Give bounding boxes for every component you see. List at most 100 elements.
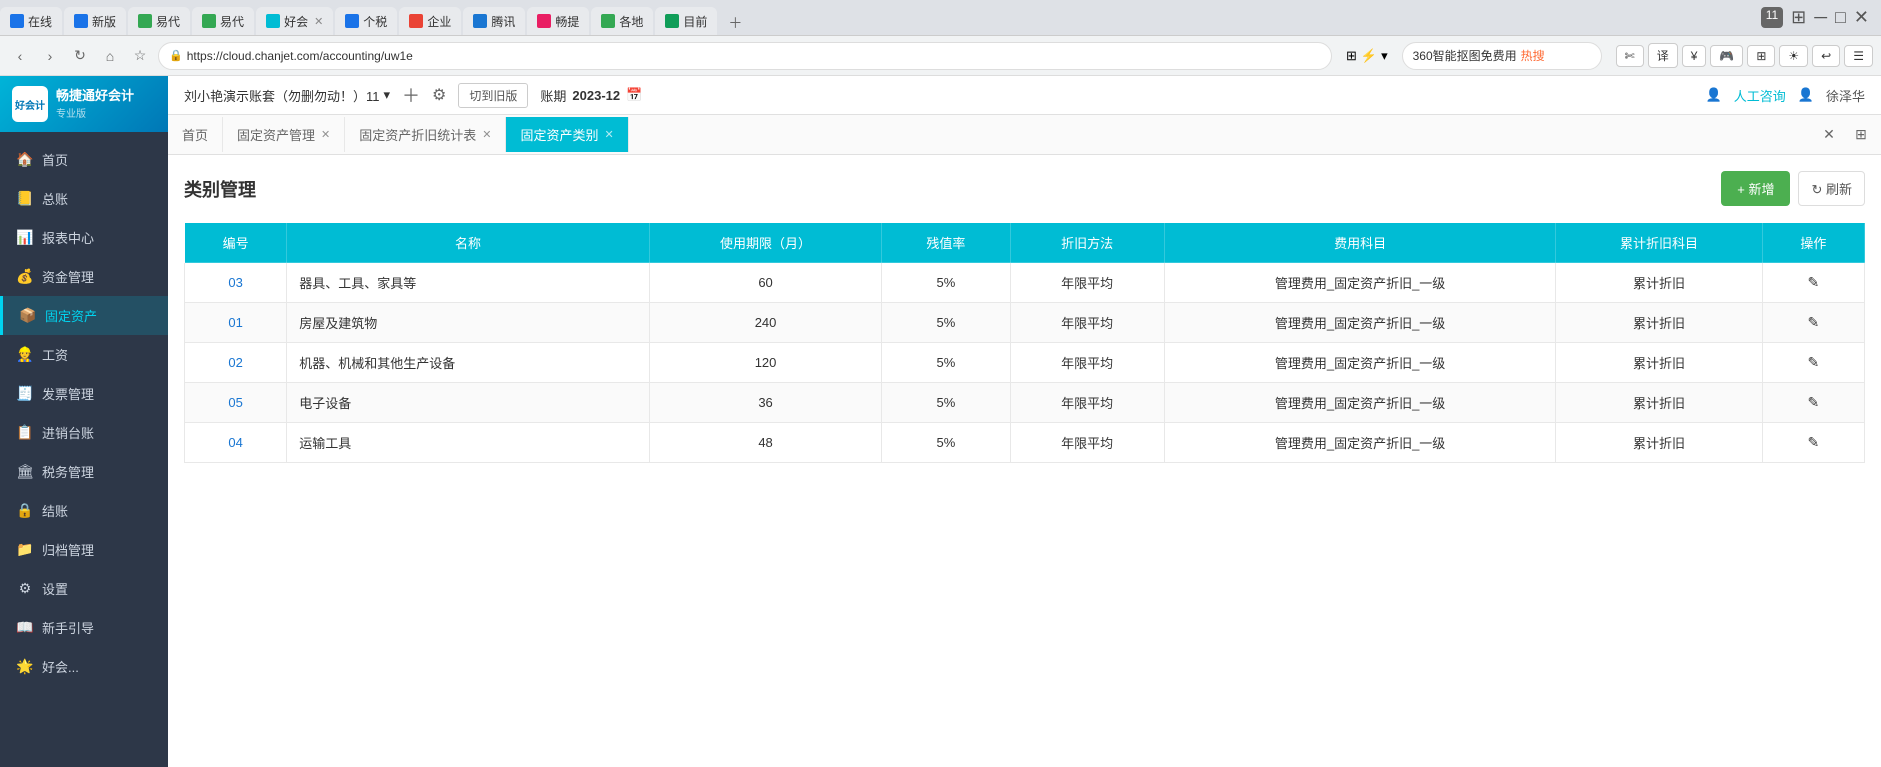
sidebar-item-0[interactable]: 🏠首页	[0, 140, 168, 179]
tab-favicon-9	[601, 14, 615, 28]
browser-tab-4[interactable]: 好会✕	[256, 7, 333, 35]
close-icon[interactable]: ✕	[1854, 7, 1869, 28]
sidebar-item-3[interactable]: 💰资金管理	[0, 257, 168, 296]
sidebar-icon-5: 👷	[16, 346, 34, 364]
sidebar-label-10: 归档管理	[42, 540, 94, 559]
row-id-link-2[interactable]: 02	[228, 355, 242, 370]
browser-tab-3[interactable]: 易代	[192, 7, 254, 35]
search-text: 360智能抠图免费用	[1413, 47, 1517, 64]
dropdown-icon[interactable]: ▾	[1381, 48, 1388, 64]
brightness-tool[interactable]: ☀	[1779, 45, 1808, 67]
sidebar-item-6[interactable]: 🧾发票管理	[0, 374, 168, 413]
sub-tab-close-2[interactable]: ✕	[482, 128, 491, 141]
sidebar-item-4[interactable]: 📦固定资产	[0, 296, 168, 335]
sidebar-item-7[interactable]: 📋进销台账	[0, 413, 168, 452]
browser-tab-9[interactable]: 各地	[591, 7, 653, 35]
refresh-button[interactable]: ↻ 刷新	[1798, 171, 1865, 206]
extensions-icon[interactable]: ⊞	[1791, 7, 1806, 28]
browser-tab-7[interactable]: 腾讯	[463, 7, 525, 35]
row-op-4[interactable]: ✎	[1762, 423, 1864, 463]
row-id-link-4[interactable]: 04	[228, 435, 242, 450]
sidebar-item-9[interactable]: 🔒结账	[0, 491, 168, 530]
row-residual-1: 5%	[882, 303, 1010, 343]
sub-nav-close-icon[interactable]: ✕	[1817, 123, 1841, 147]
row-op-2[interactable]: ✎	[1762, 343, 1864, 383]
translate-tool[interactable]: 译	[1648, 43, 1678, 68]
row-name-4: 运输工具	[287, 423, 650, 463]
user-name[interactable]: 徐泽华	[1826, 86, 1865, 105]
row-method-3: 年限平均	[1010, 383, 1164, 423]
sidebar-icon-9: 🔒	[16, 502, 34, 520]
sub-tab-0[interactable]: 首页	[168, 117, 223, 152]
tab-close-4[interactable]: ✕	[314, 15, 323, 28]
browser-tab-1[interactable]: 新版	[64, 7, 126, 35]
row-period-4: 48	[649, 423, 881, 463]
row-id-link-0[interactable]: 03	[228, 275, 242, 290]
game-tool[interactable]: 🎮	[1710, 45, 1743, 67]
search-bar[interactable]: 360智能抠图免费用 热搜	[1402, 42, 1602, 70]
app-layout: 好会计 畅捷通好会计 专业版 🏠首页📒总账📊报表中心💰资金管理📦固定资产👷工资🧾…	[0, 76, 1881, 767]
sub-tab-2[interactable]: 固定资产折旧统计表✕	[345, 117, 506, 152]
dropdown-arrow[interactable]: ▾	[384, 87, 391, 103]
sub-tab-close-3[interactable]: ✕	[605, 128, 614, 141]
browser-chrome: 在线新版易代易代好会✕个税企业腾讯畅提各地目前 ＋ 11 ⊞ ─ □ ✕	[0, 0, 1881, 36]
home-button[interactable]: ⌂	[98, 44, 122, 68]
grid-tool[interactable]: ⊞	[1747, 45, 1775, 67]
lightning-icon[interactable]: ⚡	[1361, 48, 1377, 64]
sub-tab-close-1[interactable]: ✕	[321, 128, 330, 141]
minimize-icon[interactable]: ─	[1814, 7, 1827, 28]
browser-tab-2[interactable]: 易代	[128, 7, 190, 35]
browser-tab-10[interactable]: 目前	[655, 7, 717, 35]
maximize-icon[interactable]: □	[1835, 7, 1846, 28]
consult-label[interactable]: 人工咨询	[1734, 86, 1786, 105]
browser-tab-5[interactable]: 个税	[335, 7, 397, 35]
forward-button[interactable]: ›	[38, 44, 62, 68]
bookmark-button[interactable]: ☆	[128, 44, 152, 68]
app-header: 刘小艳演示账套（勿删勿动！）11 ▾ ＋ ⚙ 切到旧版 账期 2023-12 📅…	[168, 76, 1881, 115]
row-accum-4: 累计折旧	[1556, 423, 1762, 463]
table-row: 02机器、机械和其他生产设备1205%年限平均管理费用_固定资产折旧_一级累计折…	[185, 343, 1865, 383]
undo-tool[interactable]: ↩	[1812, 45, 1840, 67]
browser-tab-8[interactable]: 畅提	[527, 7, 589, 35]
reload-button[interactable]: ↻	[68, 44, 92, 68]
row-residual-4: 5%	[882, 423, 1010, 463]
sidebar-item-10[interactable]: 📁归档管理	[0, 530, 168, 569]
sub-nav-expand-icon[interactable]: ⊞	[1849, 123, 1873, 147]
row-op-3[interactable]: ✎	[1762, 383, 1864, 423]
wallet-tool[interactable]: ¥	[1682, 45, 1707, 67]
row-id-link-3[interactable]: 05	[228, 395, 242, 410]
browser-tab-6[interactable]: 企业	[399, 7, 461, 35]
menu-tool[interactable]: ☰	[1844, 45, 1873, 67]
sidebar-icon-7: 📋	[16, 424, 34, 442]
add-account-button[interactable]: ＋	[402, 82, 420, 108]
row-id-link-1[interactable]: 01	[228, 315, 242, 330]
sidebar-item-11[interactable]: ⚙设置	[0, 569, 168, 608]
sidebar-item-8[interactable]: 🏛税务管理	[0, 452, 168, 491]
period-label: 账期	[540, 86, 566, 105]
sidebar-item-1[interactable]: 📒总账	[0, 179, 168, 218]
row-method-4: 年限平均	[1010, 423, 1164, 463]
switch-btn[interactable]: 切到旧版	[458, 83, 528, 108]
browser-nav: ‹ › ↻ ⌂ ☆ 🔒 https://cloud.chanjet.com/ac…	[0, 36, 1881, 76]
back-button[interactable]: ‹	[8, 44, 32, 68]
title-actions: + 新增 ↻ 刷新	[1721, 171, 1865, 206]
sidebar-item-5[interactable]: 👷工资	[0, 335, 168, 374]
sidebar-item-13[interactable]: 🌟好会...	[0, 647, 168, 686]
settings-icon[interactable]: ⚙	[432, 85, 446, 105]
calendar-icon[interactable]: 📅	[626, 87, 642, 103]
sub-tab-3[interactable]: 固定资产类别✕	[506, 117, 628, 152]
col-header-7: 操作	[1762, 223, 1864, 263]
row-op-1[interactable]: ✎	[1762, 303, 1864, 343]
sidebar-item-2[interactable]: 📊报表中心	[0, 218, 168, 257]
row-period-2: 120	[649, 343, 881, 383]
new-tab-button[interactable]: ＋	[723, 11, 747, 35]
add-button[interactable]: + 新增	[1721, 171, 1790, 206]
row-op-0[interactable]: ✎	[1762, 263, 1864, 303]
devices-icon[interactable]: ⊞	[1346, 48, 1357, 64]
sidebar-item-12[interactable]: 📖新手引导	[0, 608, 168, 647]
tab-label-7: 腾讯	[491, 13, 515, 30]
browser-tab-0[interactable]: 在线	[0, 7, 62, 35]
cut-tool[interactable]: ✄	[1616, 45, 1644, 67]
sub-tab-1[interactable]: 固定资产管理✕	[223, 117, 345, 152]
address-bar[interactable]: 🔒 https://cloud.chanjet.com/accounting/u…	[158, 42, 1332, 70]
